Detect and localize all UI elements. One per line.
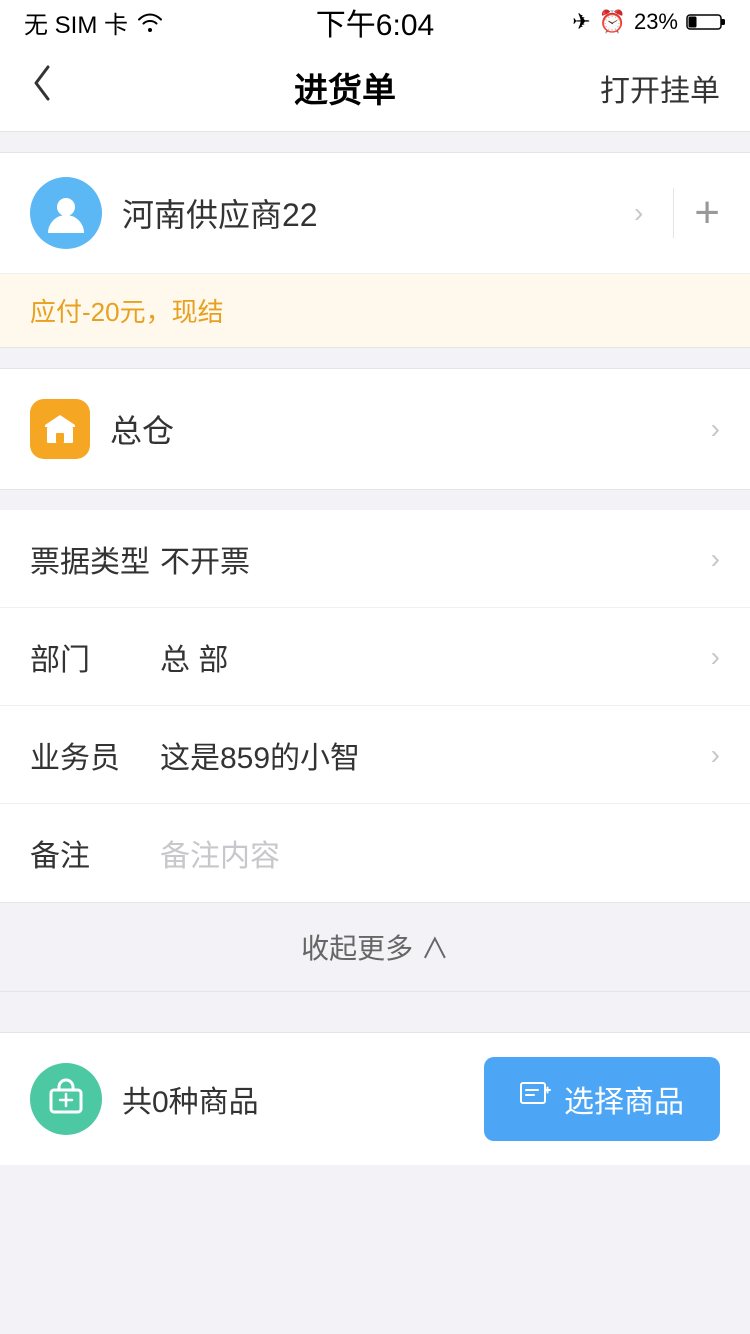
salesperson-value: 这是859的小智 bbox=[160, 733, 711, 777]
select-product-button[interactable]: 选择商品 bbox=[484, 1057, 720, 1141]
notice-bar: 应付-20元，现结 bbox=[0, 274, 750, 347]
invoice-type-label: 票据类型 bbox=[30, 537, 160, 581]
wifi-icon bbox=[136, 12, 164, 32]
salesperson-label: 业务员 bbox=[30, 733, 160, 777]
department-row[interactable]: 部门 总 部 › bbox=[0, 608, 750, 706]
battery-label: 23% bbox=[634, 9, 678, 35]
invoice-type-value: 不开票 bbox=[160, 537, 711, 581]
remark-row[interactable]: 备注 备注内容 bbox=[0, 804, 750, 902]
gap-1 bbox=[0, 132, 750, 152]
back-button[interactable] bbox=[30, 63, 90, 112]
page-title: 进货单 bbox=[90, 63, 600, 112]
warehouse-section: 总仓 › bbox=[0, 368, 750, 490]
gap-4 bbox=[0, 992, 750, 1012]
open-pending-button[interactable]: 打开挂单 bbox=[600, 66, 720, 110]
remark-label: 备注 bbox=[30, 831, 160, 875]
warehouse-chevron-icon: › bbox=[711, 413, 720, 445]
warehouse-icon bbox=[30, 399, 90, 459]
page: 无 SIM 卡 下午6:04 ✈ ⏰ 23% 进货单 打开挂 bbox=[0, 0, 750, 1334]
warehouse-name: 总仓 bbox=[110, 406, 711, 452]
warehouse-row[interactable]: 总仓 › bbox=[0, 369, 750, 489]
salesperson-row[interactable]: 业务员 这是859的小智 › bbox=[0, 706, 750, 804]
supplier-avatar bbox=[30, 177, 102, 249]
location-icon: ✈ bbox=[572, 9, 590, 35]
supplier-row[interactable]: 河南供应商22 › + bbox=[0, 153, 750, 274]
carrier-label: 无 SIM 卡 bbox=[24, 5, 128, 40]
status-bar-left: 无 SIM 卡 bbox=[24, 5, 164, 40]
status-bar-right: ✈ ⏰ 23% bbox=[572, 9, 726, 35]
supplier-section: 河南供应商22 › + 应付-20元，现结 bbox=[0, 152, 750, 348]
collapse-button[interactable]: 收起更多 ∧ bbox=[0, 902, 750, 992]
remark-placeholder[interactable]: 备注内容 bbox=[160, 831, 720, 875]
salesperson-chevron-icon: › bbox=[711, 739, 720, 771]
status-bar: 无 SIM 卡 下午6:04 ✈ ⏰ 23% bbox=[0, 0, 750, 44]
supplier-chevron-icon: › bbox=[634, 197, 643, 229]
product-count: 共0种商品 bbox=[122, 1077, 484, 1121]
department-label: 部门 bbox=[30, 635, 160, 679]
time-label: 下午6:04 bbox=[316, 0, 434, 44]
invoice-type-row[interactable]: 票据类型 不开票 › bbox=[0, 510, 750, 608]
department-value: 总 部 bbox=[160, 635, 711, 679]
form-section: 票据类型 不开票 › 部门 总 部 › 业务员 这是859的小智 › 备注 备注… bbox=[0, 510, 750, 902]
invoice-type-chevron-icon: › bbox=[711, 543, 720, 575]
notice-text: 应付-20元，现结 bbox=[30, 297, 224, 327]
supplier-name: 河南供应商22 bbox=[122, 190, 634, 236]
product-icon bbox=[30, 1063, 102, 1135]
select-product-icon bbox=[520, 1082, 552, 1117]
collapse-label: 收起更多 ∧ bbox=[301, 927, 449, 967]
gap-2 bbox=[0, 348, 750, 368]
gap-3 bbox=[0, 490, 750, 510]
department-chevron-icon: › bbox=[711, 641, 720, 673]
battery-icon bbox=[686, 12, 726, 32]
select-product-label: 选择商品 bbox=[564, 1077, 684, 1121]
bottom-bar: 共0种商品 选择商品 bbox=[0, 1032, 750, 1165]
nav-bar: 进货单 打开挂单 bbox=[0, 44, 750, 132]
alarm-icon: ⏰ bbox=[599, 9, 626, 35]
add-button[interactable]: + bbox=[673, 188, 720, 238]
